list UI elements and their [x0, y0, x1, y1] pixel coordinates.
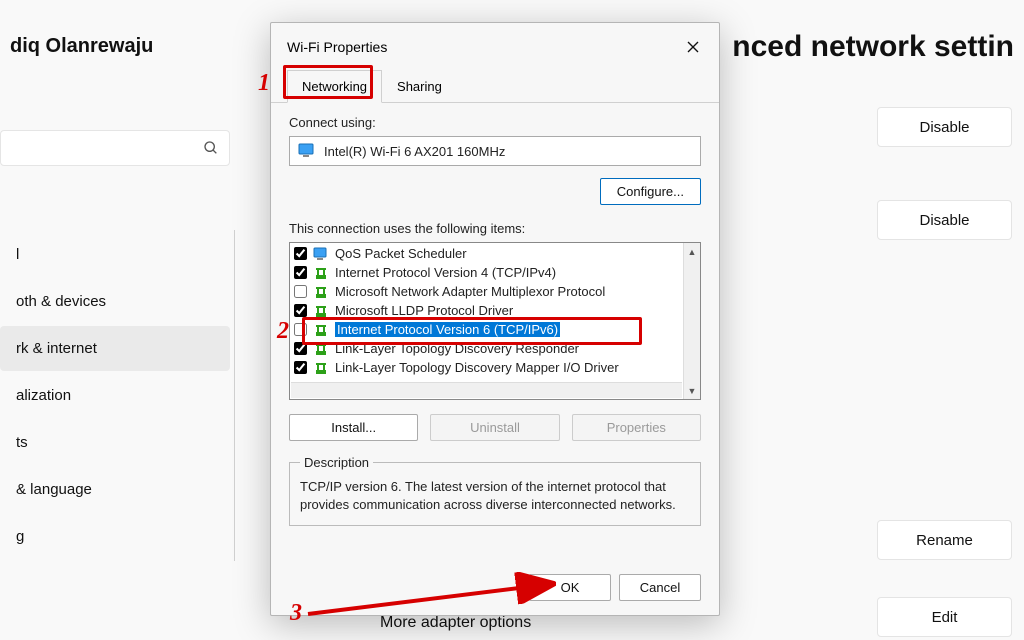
sidebar-item[interactable]: rk & internet [0, 326, 230, 371]
scroll-up-arrow[interactable]: ▲ [684, 243, 700, 260]
sidebar-item[interactable]: l [0, 232, 230, 277]
item-checkbox[interactable] [294, 323, 307, 336]
description-legend: Description [300, 455, 373, 470]
network-protocol-icon [313, 342, 329, 356]
adapter-icon [298, 143, 316, 159]
item-checkbox[interactable] [294, 361, 307, 374]
account-name: diq Olanrewaju [10, 35, 153, 58]
btn-label: Properties [607, 420, 666, 435]
action-btn-rename[interactable]: Rename [877, 520, 1012, 560]
wifi-properties-dialog: Wi-Fi Properties Networking Sharing Conn… [270, 22, 720, 616]
close-button[interactable] [679, 33, 707, 61]
connect-using-label: Connect using: [289, 115, 701, 130]
network-protocol-icon [313, 323, 329, 337]
search-input[interactable] [0, 130, 230, 166]
item-label: Microsoft Network Adapter Multiplexor Pr… [335, 284, 605, 299]
tab-strip: Networking Sharing [271, 69, 719, 103]
network-protocol-icon [313, 361, 329, 375]
list-item[interactable]: Link-Layer Topology Discovery Responder [290, 339, 683, 358]
tab-networking[interactable]: Networking [287, 70, 382, 103]
list-item[interactable]: QoS Packet Scheduler [290, 244, 683, 263]
action-btn-edit[interactable]: Edit [877, 597, 1012, 637]
description-text: TCP/IP version 6. The latest version of … [300, 478, 690, 513]
configure-button[interactable]: Configure... [600, 178, 701, 205]
btn-label: Cancel [640, 580, 680, 595]
item-checkbox[interactable] [294, 247, 307, 260]
sidebar-item[interactable]: oth & devices [0, 279, 230, 324]
item-label: Internet Protocol Version 6 (TCP/IPv6) [335, 322, 560, 337]
btn-label: Disable [919, 119, 969, 136]
tab-content-networking: Connect using: Intel(R) Wi-Fi 6 AX201 16… [271, 103, 719, 536]
network-protocol-icon [313, 304, 329, 318]
btn-label: Disable [919, 212, 969, 229]
tab-sharing[interactable]: Sharing [382, 70, 457, 103]
item-label: Internet Protocol Version 4 (TCP/IPv4) [335, 265, 556, 280]
monitor-icon [313, 247, 329, 261]
sidebar-item[interactable]: g [0, 514, 230, 559]
page-title: nced network settin [732, 30, 1014, 64]
item-checkbox[interactable] [294, 342, 307, 355]
list-item[interactable]: Microsoft Network Adapter Multiplexor Pr… [290, 282, 683, 301]
network-protocol-icon [313, 285, 329, 299]
adapter-name: Intel(R) Wi-Fi 6 AX201 160MHz [324, 144, 505, 159]
btn-label: OK [561, 580, 580, 595]
list-item[interactable]: Link-Layer Topology Discovery Mapper I/O… [290, 358, 683, 377]
properties-button: Properties [572, 414, 701, 441]
item-label: Link-Layer Topology Discovery Responder [335, 341, 579, 356]
dialog-title: Wi-Fi Properties [287, 39, 387, 55]
list-item[interactable]: Microsoft LLDP Protocol Driver [290, 301, 683, 320]
dialog-title-bar[interactable]: Wi-Fi Properties [271, 23, 719, 67]
btn-label: Configure... [617, 184, 684, 199]
btn-label: Rename [916, 532, 973, 549]
item-label: QoS Packet Scheduler [335, 246, 467, 261]
uninstall-button: Uninstall [430, 414, 559, 441]
sidebar-item[interactable]: alization [0, 373, 230, 418]
vertical-scrollbar[interactable]: ▲ ▼ [683, 243, 700, 399]
close-icon [687, 41, 699, 53]
item-label: Microsoft LLDP Protocol Driver [335, 303, 513, 318]
install-button[interactable]: Install... [289, 414, 418, 441]
horizontal-scrollbar[interactable] [291, 382, 682, 398]
description-group: Description TCP/IP version 6. The latest… [289, 455, 701, 526]
btn-label: Edit [932, 609, 958, 626]
sidebar-nav: loth & devicesrk & internetalizationts& … [0, 230, 235, 561]
adapter-display[interactable]: Intel(R) Wi-Fi 6 AX201 160MHz [289, 136, 701, 166]
sidebar-item[interactable]: ts [0, 420, 230, 465]
network-protocol-icon [313, 266, 329, 280]
btn-label: Uninstall [470, 420, 520, 435]
cancel-button[interactable]: Cancel [619, 574, 701, 601]
item-checkbox[interactable] [294, 266, 307, 279]
connection-items-listbox[interactable]: QoS Packet Scheduler Internet Protocol Ve… [289, 242, 701, 400]
item-checkbox[interactable] [294, 285, 307, 298]
item-checkbox[interactable] [294, 304, 307, 317]
item-label: Link-Layer Topology Discovery Mapper I/O… [335, 360, 619, 375]
list-item[interactable]: Internet Protocol Version 4 (TCP/IPv4) [290, 263, 683, 282]
btn-label: Install... [331, 420, 376, 435]
sidebar-item[interactable]: & language [0, 467, 230, 512]
items-label: This connection uses the following items… [289, 221, 701, 236]
tab-label: Sharing [397, 79, 442, 94]
list-item[interactable]: Internet Protocol Version 6 (TCP/IPv6) [290, 320, 683, 339]
ok-button[interactable]: OK [529, 574, 611, 601]
scroll-down-arrow[interactable]: ▼ [684, 382, 700, 399]
search-icon [203, 140, 219, 156]
tab-label: Networking [302, 79, 367, 94]
action-btn-disable-2[interactable]: Disable [877, 200, 1012, 240]
action-btn-disable-1[interactable]: Disable [877, 107, 1012, 147]
more-adapter-options-label: More adapter options [380, 614, 531, 632]
